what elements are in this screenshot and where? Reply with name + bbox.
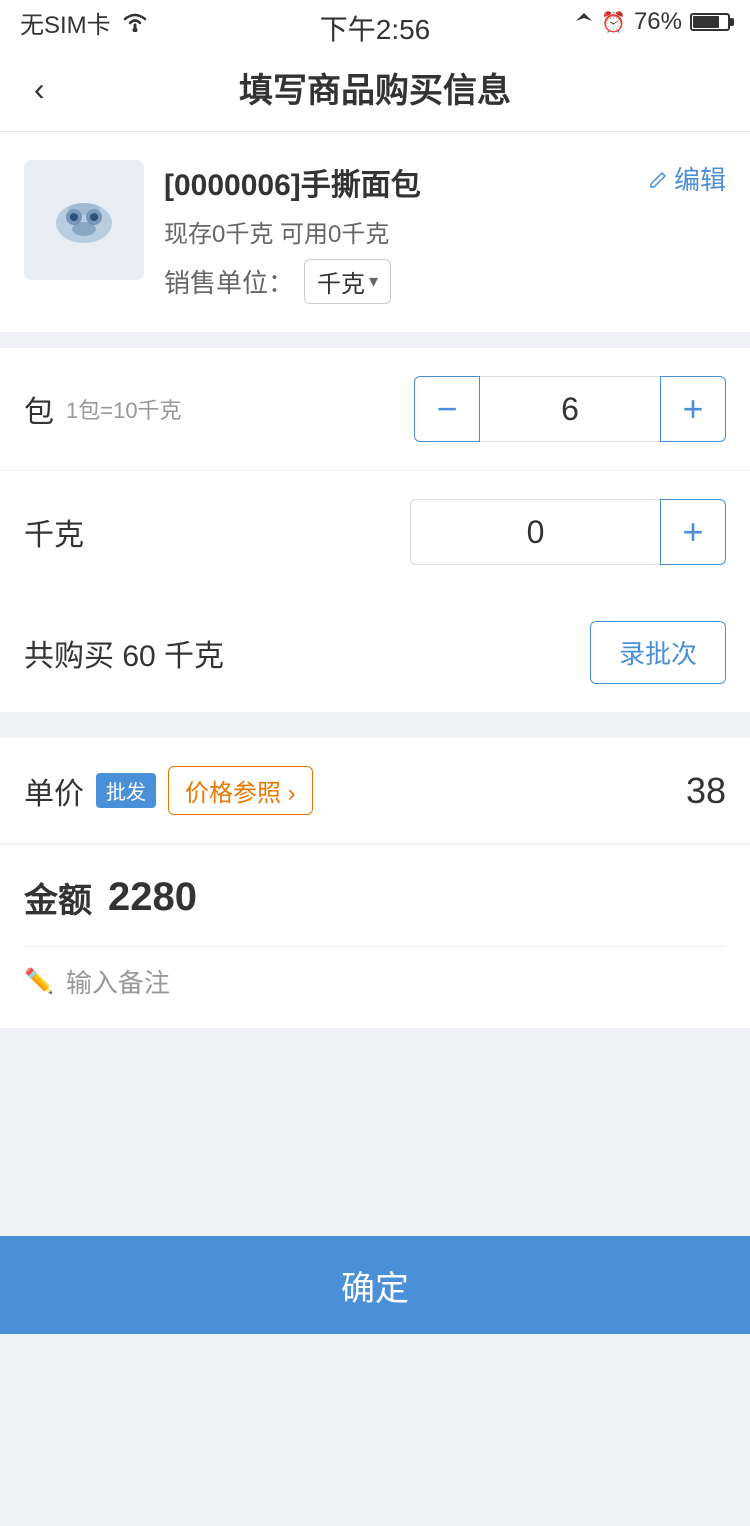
remark-label: 输入备注 (66, 963, 170, 1000)
page-title: 填写商品购买信息 (239, 63, 511, 112)
wifi-icon (121, 12, 149, 32)
price-badge: 批发 (96, 773, 156, 808)
bag-qty-row: 包 1包=10千克 − + (0, 348, 750, 471)
bag-increment-button[interactable]: + (660, 376, 726, 442)
unit-value: 千克 (317, 264, 365, 299)
kg-input-wrapper: + (410, 499, 726, 565)
back-arrow-icon: ‹ (34, 71, 45, 107)
battery-icon (690, 13, 730, 31)
alarm-icon: ⏰ (601, 10, 626, 35)
amount-label: 金额 (24, 873, 92, 922)
edit-icon (648, 168, 670, 190)
kg-increment-button[interactable]: + (660, 499, 726, 565)
bottom-spacer (0, 1428, 750, 1526)
price-label-row: 单价 批发 价格参照 › (24, 766, 313, 815)
unit-dropdown-icon: ▾ (369, 271, 378, 292)
kg-label: 千克 (24, 510, 84, 554)
status-right: ⏰ 76% (575, 8, 730, 36)
price-value: 38 (686, 770, 726, 812)
edit-label: 编辑 (674, 160, 726, 197)
confirm-bar[interactable]: 确定 (0, 1236, 750, 1334)
unit-select[interactable]: 千克 ▾ (304, 259, 391, 304)
kg-label-group: 千克 (24, 510, 84, 554)
content-body (0, 1028, 750, 1428)
status-left: 无SIM卡 (20, 5, 149, 40)
quantity-section: 包 1包=10千克 − + 千克 + 共购买 60 千克 录批次 (0, 348, 750, 712)
price-label: 单价 (24, 769, 84, 813)
summary-text: 共购买 60 千克 (24, 631, 224, 675)
kg-input[interactable] (410, 499, 660, 565)
product-name: [0000006]手撕面包 (164, 160, 421, 204)
bag-label-group: 包 1包=10千克 (24, 387, 182, 431)
nav-bar: ‹ 填写商品购买信息 (0, 44, 750, 132)
price-section: 单价 批发 价格参照 › 38 (0, 728, 750, 843)
pencil-icon: ✏️ (24, 967, 54, 996)
bag-hint: 1包=10千克 (66, 393, 182, 425)
product-info: [0000006]手撕面包 编辑 现存0千克 可用0千克 销售单位： 千克 ▾ (164, 160, 726, 304)
carrier-label: 无SIM卡 (20, 5, 111, 40)
amount-section: 金额 2280 ✏️ 输入备注 (0, 845, 750, 1028)
confirm-text: 确定 (341, 1261, 409, 1310)
kg-qty-row: 千克 + (0, 471, 750, 593)
location-icon (575, 12, 593, 32)
summary-row: 共购买 60 千克 录批次 (0, 593, 750, 712)
status-bar: 无SIM卡 下午2:56 ⏰ 76% (0, 0, 750, 44)
product-logo (44, 193, 124, 248)
amount-row: 金额 2280 (24, 873, 726, 922)
batch-button[interactable]: 录批次 (590, 621, 726, 684)
bag-input[interactable] (480, 376, 660, 442)
bag-label: 包 (24, 387, 54, 431)
price-ref-button[interactable]: 价格参照 › (168, 766, 313, 815)
product-card: [0000006]手撕面包 编辑 现存0千克 可用0千克 销售单位： 千克 ▾ (0, 132, 750, 332)
battery-pct: 76% (634, 8, 682, 36)
bag-input-wrapper: − + (414, 376, 726, 442)
product-stock: 现存0千克 可用0千克 (164, 214, 726, 249)
unit-label: 销售单位： (164, 263, 294, 300)
amount-value: 2280 (108, 875, 197, 920)
bag-decrement-button[interactable]: − (414, 376, 480, 442)
product-image (24, 160, 144, 280)
edit-button[interactable]: 编辑 (648, 160, 726, 197)
product-unit-row: 销售单位： 千克 ▾ (164, 259, 726, 304)
status-time: 下午2:56 (320, 8, 431, 48)
back-button[interactable]: ‹ (24, 57, 55, 119)
remark-row[interactable]: ✏️ 输入备注 (24, 946, 726, 1028)
